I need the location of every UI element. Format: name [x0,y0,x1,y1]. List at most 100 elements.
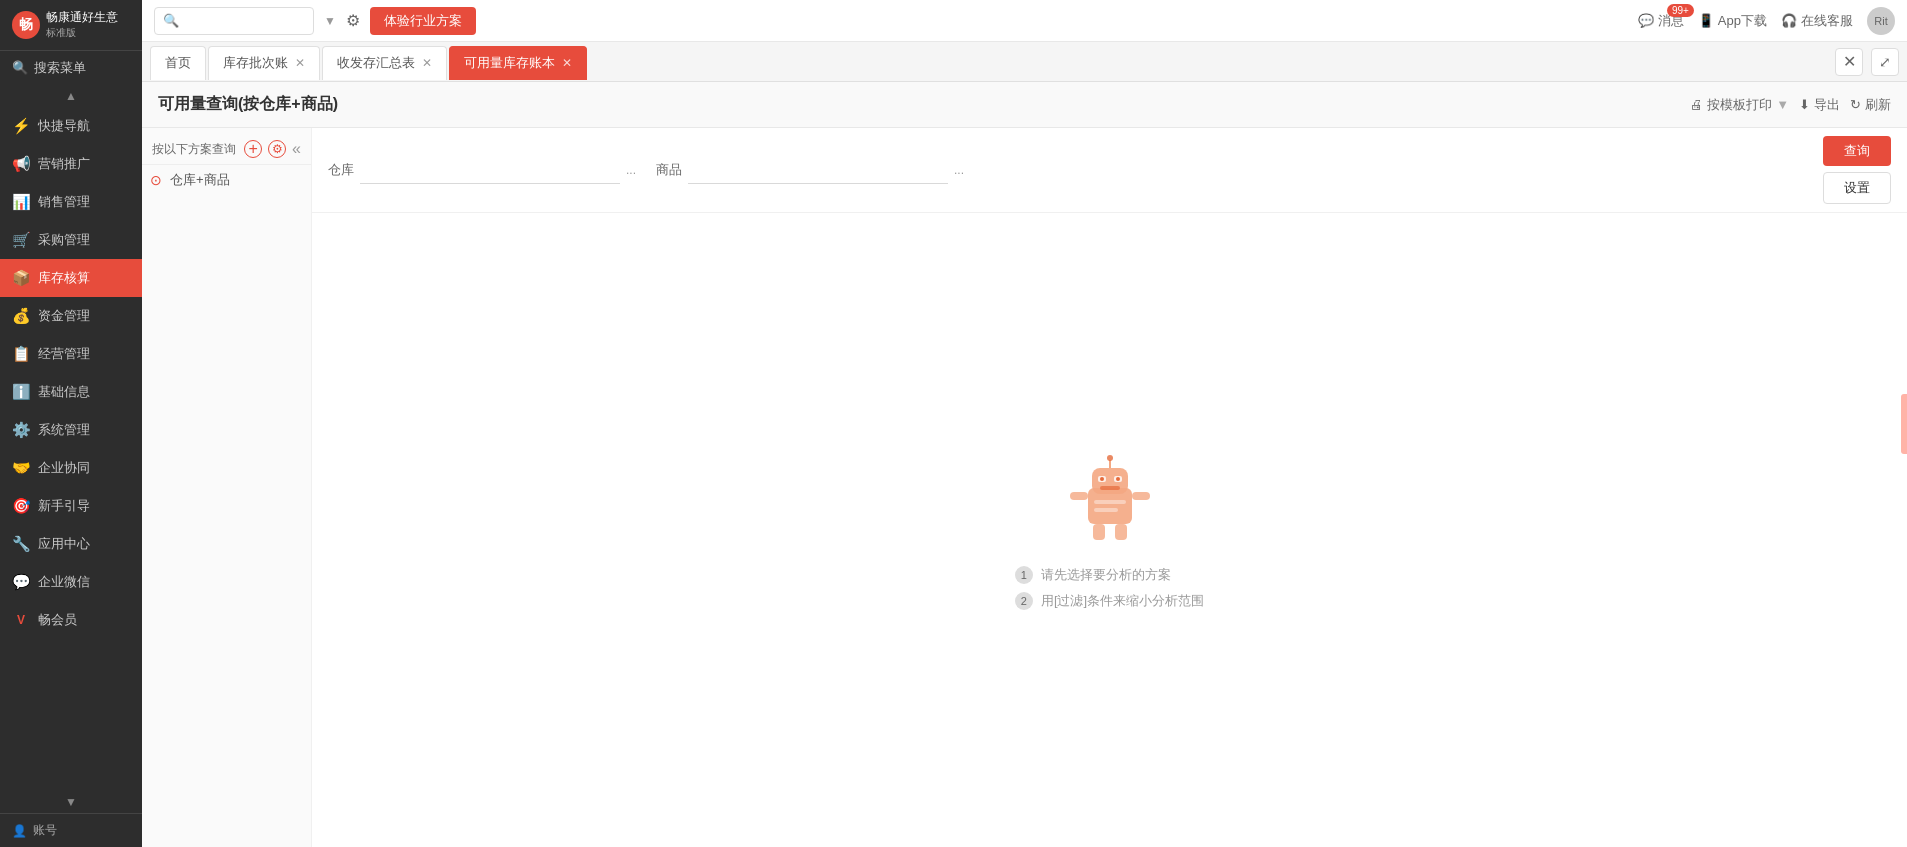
scheme-item-warehouse-product[interactable]: ⊙ 仓库+商品 [142,165,311,195]
username-label: Rit [1874,15,1887,27]
sidebar-item-label: 采购管理 [38,231,90,249]
member-icon: V [12,611,30,629]
search-icon: 🔍 [12,60,28,75]
add-scheme-btn[interactable]: + [244,140,262,158]
sidebar-item-system[interactable]: ⚙️ 系统管理 [0,411,142,449]
product-filter-field: 商品 ... [656,156,964,184]
sidebar-item-member[interactable]: V 畅会员 [0,601,142,639]
basic-icon: ℹ️ [12,383,30,401]
page-header: 可用量查询(按仓库+商品) 🖨 按模板打印 ▼ ⬇ 导出 ↻ 刷新 [142,82,1907,128]
tab-collection-summary[interactable]: 收发存汇总表 ✕ [322,46,447,80]
search-input[interactable] [183,14,303,28]
empty-state-tips: 1 请先选择要分析的方案 2 用[过滤]条件来缩小分析范围 [1015,566,1204,610]
sidebar-item-shortcut[interactable]: ⚡ 快捷导航 [0,107,142,145]
shortcut-icon: ⚡ [12,117,30,135]
sidebar-item-marketing[interactable]: 📢 营销推广 [0,145,142,183]
wechat-icon: 💬 [12,573,30,591]
product-more-btn[interactable]: ... [954,163,964,177]
tab-available-ledger[interactable]: 可用量库存账本 ✕ [449,46,587,80]
query-btn[interactable]: 查询 [1823,136,1891,166]
service-icon: 🎧 [1781,13,1797,28]
empty-state: 1 请先选择要分析的方案 2 用[过滤]条件来缩小分析范围 [312,213,1907,847]
appstore-icon: 🔧 [12,535,30,553]
scheme-item-icon: ⊙ [150,172,162,188]
tab-home[interactable]: 首页 [150,46,206,80]
sidebar-item-label: 快捷导航 [38,117,90,135]
online-service-label: 在线客服 [1801,12,1853,30]
sidebar-item-newbie[interactable]: 🎯 新手引导 [0,487,142,525]
collapse-arrow-icon[interactable]: « [292,140,301,158]
user-avatar[interactable]: Rit [1867,7,1895,35]
sidebar-item-inventory[interactable]: 📦 库存核算 [0,259,142,297]
page-content: 可用量查询(按仓库+商品) 🖨 按模板打印 ▼ ⬇ 导出 ↻ 刷新 [142,82,1907,847]
settings-scheme-btn[interactable]: ⚙ [268,140,286,158]
svg-rect-6 [1100,486,1120,490]
svg-rect-14 [1094,508,1118,512]
sidebar-item-wechat[interactable]: 💬 企业微信 [0,563,142,601]
export-label: 导出 [1814,96,1840,114]
sidebar-item-operation[interactable]: 📋 经营管理 [0,335,142,373]
warehouse-label: 仓库 [328,161,354,179]
content-body: 按以下方案查询 + ⚙ « ⊙ 仓库+商品 仓库 [142,128,1907,847]
sidebar-item-label: 经营管理 [38,345,90,363]
scroll-down-btn[interactable]: ▼ [0,791,142,813]
logo-sub: 标准版 [46,26,118,40]
search-menu[interactable]: 🔍 搜索菜单 [0,51,142,85]
sidebar-footer: 👤 账号 [0,813,142,847]
warehouse-input[interactable] [360,156,620,184]
topbar-right: 💬 消息 99+ 📱 App下载 🎧 在线客服 Rit [1638,7,1895,35]
close-tab-btn[interactable]: ✕ [1835,48,1863,76]
filter-row: 仓库 ... 商品 ... 查询 [312,128,1907,213]
print-btn[interactable]: 🖨 按模板打印 ▼ [1690,96,1789,114]
scroll-up-btn[interactable]: ▲ [0,85,142,107]
sidebar-item-label: 畅会员 [38,611,77,629]
tab-available-ledger-close-icon[interactable]: ✕ [562,56,572,70]
svg-rect-9 [1070,492,1088,500]
settings-gear-icon[interactable]: ⚙ [346,11,360,30]
product-input[interactable] [688,156,948,184]
tab-batch-account-close-icon[interactable]: ✕ [295,56,305,70]
sidebar: 畅 畅康通好生意 标准版 🔍 搜索菜单 ▲ ⚡ 快捷导航 📢 营销推广 📊 销售… [0,0,142,847]
sidebar-item-appstore[interactable]: 🔧 应用中心 [0,525,142,563]
expand-btn[interactable]: ⤢ [1871,48,1899,76]
sidebar-item-enterprise[interactable]: 🤝 企业协同 [0,449,142,487]
sidebar-item-finance[interactable]: 💰 资金管理 [0,297,142,335]
svg-rect-5 [1116,477,1120,481]
app-download-btn[interactable]: 📱 App下载 [1698,12,1767,30]
settings-btn[interactable]: 设置 [1823,172,1891,204]
empty-state-illustration [1060,450,1160,550]
dropdown-arrow-icon[interactable]: ▼ [324,14,336,28]
warehouse-more-btn[interactable]: ... [626,163,636,177]
export-btn[interactable]: ⬇ 导出 [1799,96,1840,114]
online-service-btn[interactable]: 🎧 在线客服 [1781,12,1853,30]
sidebar-header: 畅 畅康通好生意 标准版 [0,0,142,51]
scheme-title: 按以下方案查询 [152,141,238,158]
sidebar-item-label: 系统管理 [38,421,90,439]
query-actions: 查询 设置 [1823,136,1891,204]
sidebar-item-purchase[interactable]: 🛒 采购管理 [0,221,142,259]
warehouse-filter-field: 仓库 ... [328,156,636,184]
svg-rect-1 [1092,468,1128,494]
industry-btn[interactable]: 体验行业方案 [370,7,476,35]
svg-rect-10 [1132,492,1150,500]
svg-rect-4 [1100,477,1104,481]
app-icon: 📱 [1698,13,1714,28]
sidebar-item-basic[interactable]: ℹ️ 基础信息 [0,373,142,411]
page-header-actions: 🖨 按模板打印 ▼ ⬇ 导出 ↻ 刷新 [1690,96,1891,114]
sidebar-item-sales[interactable]: 📊 销售管理 [0,183,142,221]
message-btn[interactable]: 💬 消息 99+ [1638,12,1684,30]
footer-icon: 👤 [12,824,27,838]
scheme-panel-header: 按以下方案查询 + ⚙ « [142,134,311,165]
tab-collection-summary-close-icon[interactable]: ✕ [422,56,432,70]
search-box[interactable]: 🔍 [154,7,314,35]
sidebar-item-label: 新手引导 [38,497,90,515]
print-dropdown-icon[interactable]: ▼ [1776,97,1789,112]
right-scroll-indicator [1901,394,1907,454]
footer-text: 账号 [33,822,57,839]
search-label: 搜索菜单 [34,59,86,77]
message-icon: 💬 [1638,13,1654,28]
scheme-item-label: 仓库+商品 [170,171,230,189]
refresh-btn[interactable]: ↻ 刷新 [1850,96,1891,114]
topbar: 🔍 ▼ ⚙ 体验行业方案 💬 消息 99+ 📱 App下载 🎧 在线客服 Rit [142,0,1907,42]
tab-batch-account[interactable]: 库存批次账 ✕ [208,46,320,80]
